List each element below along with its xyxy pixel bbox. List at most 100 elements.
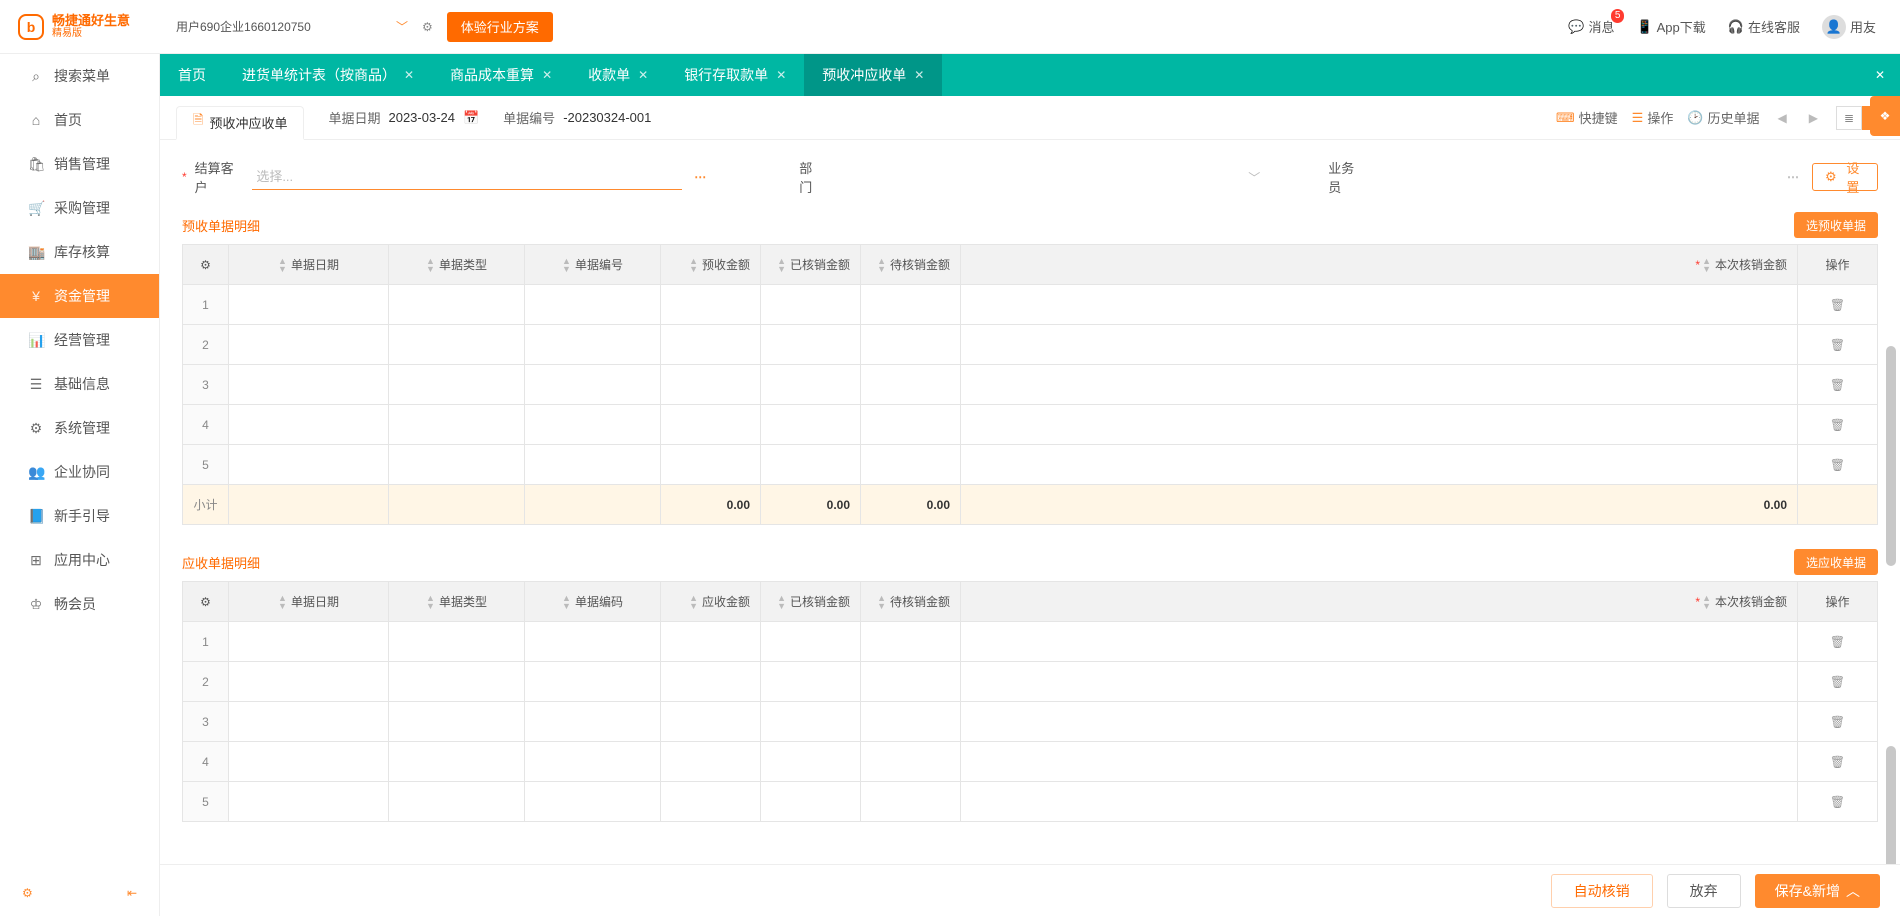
tab-3[interactable]: 收款单✕ (570, 54, 666, 96)
table-row[interactable]: 3🗑 (183, 365, 1878, 405)
col-pending-amt[interactable]: ▲▼待核销金额 (861, 245, 961, 285)
col-type[interactable]: ▲▼单据类型 (389, 582, 525, 622)
right-rail-toggle[interactable]: ❖ (1870, 96, 1900, 136)
sidebar-item-9[interactable]: 👥企业协同 (0, 450, 159, 494)
prev-doc-icon[interactable]: ◀ (1774, 111, 1791, 125)
trash-icon[interactable]: 🗑 (1830, 378, 1845, 392)
page-tab[interactable]: 🗎 预收冲应收单 (176, 106, 304, 140)
trash-icon[interactable]: 🗑 (1830, 298, 1845, 312)
col-this-verify[interactable]: ▲▼本次核销金额 (961, 582, 1798, 622)
tab-1[interactable]: 进货单统计表（按商品）✕ (224, 54, 432, 96)
support-link[interactable]: 🎧 在线客服 (1728, 17, 1800, 36)
sidebar-item-4[interactable]: 🏬库存核算 (0, 230, 159, 274)
trash-icon[interactable]: 🗑 (1830, 675, 1845, 689)
col-this-verify[interactable]: ▲▼本次核销金额 (961, 245, 1798, 285)
table-settings-icon[interactable]: ⚙ (183, 582, 229, 622)
sidebar-item-5[interactable]: ¥资金管理 (0, 274, 159, 318)
scrollbar[interactable] (1886, 346, 1896, 566)
sidebar-item-11[interactable]: ⊞应用中心 (0, 538, 159, 582)
col-date[interactable]: ▲▼单据日期 (229, 245, 389, 285)
sales-lookup-icon[interactable]: ⋯ (1783, 170, 1804, 184)
close-icon[interactable]: ✕ (914, 68, 924, 82)
calendar-icon[interactable]: 📅 (463, 110, 479, 126)
sidebar-label: 销售管理 (54, 154, 110, 174)
shortcut-link[interactable]: ⌨快捷键 (1556, 108, 1618, 127)
sales-input[interactable] (1374, 164, 1776, 190)
close-icon[interactable]: ✕ (542, 68, 552, 82)
trash-icon[interactable]: 🗑 (1830, 795, 1845, 809)
col-verified-amt[interactable]: ▲▼已核销金额 (761, 582, 861, 622)
form-row: * 结算客户 ⋯ 部门 ﹀ 业务员 ⋯ ⚙设置 (160, 140, 1900, 208)
tab-2[interactable]: 商品成本重算✕ (432, 54, 570, 96)
trash-icon[interactable]: 🗑 (1830, 715, 1845, 729)
customer-input[interactable] (252, 164, 682, 190)
sidebar-item-0[interactable]: ⌕搜索菜单 (0, 54, 159, 98)
tenant-select[interactable]: 用户690企业1660120750 ﹀ (172, 12, 412, 42)
col-prepay-amt[interactable]: ▲▼预收金额 (661, 245, 761, 285)
close-icon[interactable]: ✕ (776, 68, 786, 82)
close-all-tabs[interactable]: ✕ (1860, 54, 1900, 96)
collapse-icon[interactable]: ⇤ (127, 886, 137, 900)
dept-input[interactable] (832, 164, 1240, 190)
next-doc-icon[interactable]: ▶ (1805, 111, 1822, 125)
table-row[interactable]: 5🗑 (183, 445, 1878, 485)
table-row[interactable]: 2🗑 (183, 325, 1878, 365)
col-code[interactable]: ▲▼单据编号 (525, 245, 661, 285)
user-menu[interactable]: 👤 用友 (1822, 15, 1876, 39)
tenant-settings-icon[interactable]: ⚙ (422, 20, 433, 34)
col-date[interactable]: ▲▼单据日期 (229, 582, 389, 622)
trash-icon[interactable]: 🗑 (1830, 635, 1845, 649)
customer-lookup-icon[interactable]: ⋯ (690, 170, 711, 184)
table-row[interactable]: 4🗑 (183, 742, 1878, 782)
tab-5[interactable]: 预收冲应收单✕ (804, 54, 942, 96)
table-row[interactable]: 3🗑 (183, 702, 1878, 742)
select-prepay-button[interactable]: 选预收单据 (1794, 212, 1878, 238)
sidebar-item-1[interactable]: ⌂首页 (0, 98, 159, 142)
trash-icon[interactable]: 🗑 (1830, 755, 1845, 769)
sidebar-icon: ♔ (28, 596, 44, 613)
sidebar-icon: ⌂ (28, 112, 44, 128)
auto-verify-button[interactable]: 自动核销 (1551, 874, 1653, 908)
sidebar-item-7[interactable]: ☰基础信息 (0, 362, 159, 406)
trash-icon[interactable]: 🗑 (1830, 338, 1845, 352)
col-type[interactable]: ▲▼单据类型 (389, 245, 525, 285)
settings-button[interactable]: ⚙设置 (1812, 163, 1878, 191)
sidebar-item-6[interactable]: 📊经营管理 (0, 318, 159, 362)
col-pending-amt[interactable]: ▲▼待核销金额 (861, 582, 961, 622)
col-receivable-amt[interactable]: ▲▼应收金额 (661, 582, 761, 622)
col-code[interactable]: ▲▼单据编码 (525, 582, 661, 622)
chevron-down-icon[interactable]: ﹀ (1248, 169, 1260, 186)
select-receivable-button[interactable]: 选应收单据 (1794, 549, 1878, 575)
table-row[interactable]: 2🗑 (183, 662, 1878, 702)
sidebar-label: 基础信息 (54, 374, 110, 394)
discard-button[interactable]: 放弃 (1667, 874, 1741, 908)
sidebar-item-2[interactable]: 🛍销售管理 (0, 142, 159, 186)
dept-field: 部门 ﹀ (799, 158, 1260, 196)
doc-date-field[interactable]: 单据日期 2023-03-24 📅 (328, 108, 479, 127)
tab-0[interactable]: 首页 (160, 54, 224, 96)
operate-link[interactable]: ☰操作 (1632, 108, 1674, 127)
table-row[interactable]: 1🗑 (183, 622, 1878, 662)
top-bar: b 畅捷通好生意 精易版 用户690企业1660120750 ﹀ ⚙ 体验行业方… (0, 0, 1900, 54)
sidebar-item-8[interactable]: ⚙系统管理 (0, 406, 159, 450)
close-icon[interactable]: ✕ (638, 68, 648, 82)
table-row[interactable]: 1🗑 (183, 285, 1878, 325)
trash-icon[interactable]: 🗑 (1830, 458, 1845, 472)
save-new-button[interactable]: 保存&新增 ︿ (1755, 874, 1880, 908)
trash-icon[interactable]: 🗑 (1830, 418, 1845, 432)
tab-4[interactable]: 银行存取款单✕ (666, 54, 804, 96)
sidebar-item-10[interactable]: 📘新手引导 (0, 494, 159, 538)
experience-button[interactable]: 体验行业方案 (447, 12, 553, 42)
history-link[interactable]: 🕑历史单据 (1687, 108, 1759, 127)
settings-icon[interactable]: ⚙ (22, 886, 33, 900)
sidebar-item-12[interactable]: ♔畅会员 (0, 582, 159, 626)
table-row[interactable]: 5🗑 (183, 782, 1878, 822)
view-list-button[interactable]: ≣ (1836, 106, 1862, 130)
col-verified-amt[interactable]: ▲▼已核销金额 (761, 245, 861, 285)
close-icon[interactable]: ✕ (404, 68, 414, 82)
table-row[interactable]: 4🗑 (183, 405, 1878, 445)
sidebar-item-3[interactable]: 🛒采购管理 (0, 186, 159, 230)
app-download-link[interactable]: 📱 App下载 (1636, 17, 1705, 36)
messages-link[interactable]: 💬 消息 5 (1568, 17, 1614, 36)
table-settings-icon[interactable]: ⚙ (183, 245, 229, 285)
